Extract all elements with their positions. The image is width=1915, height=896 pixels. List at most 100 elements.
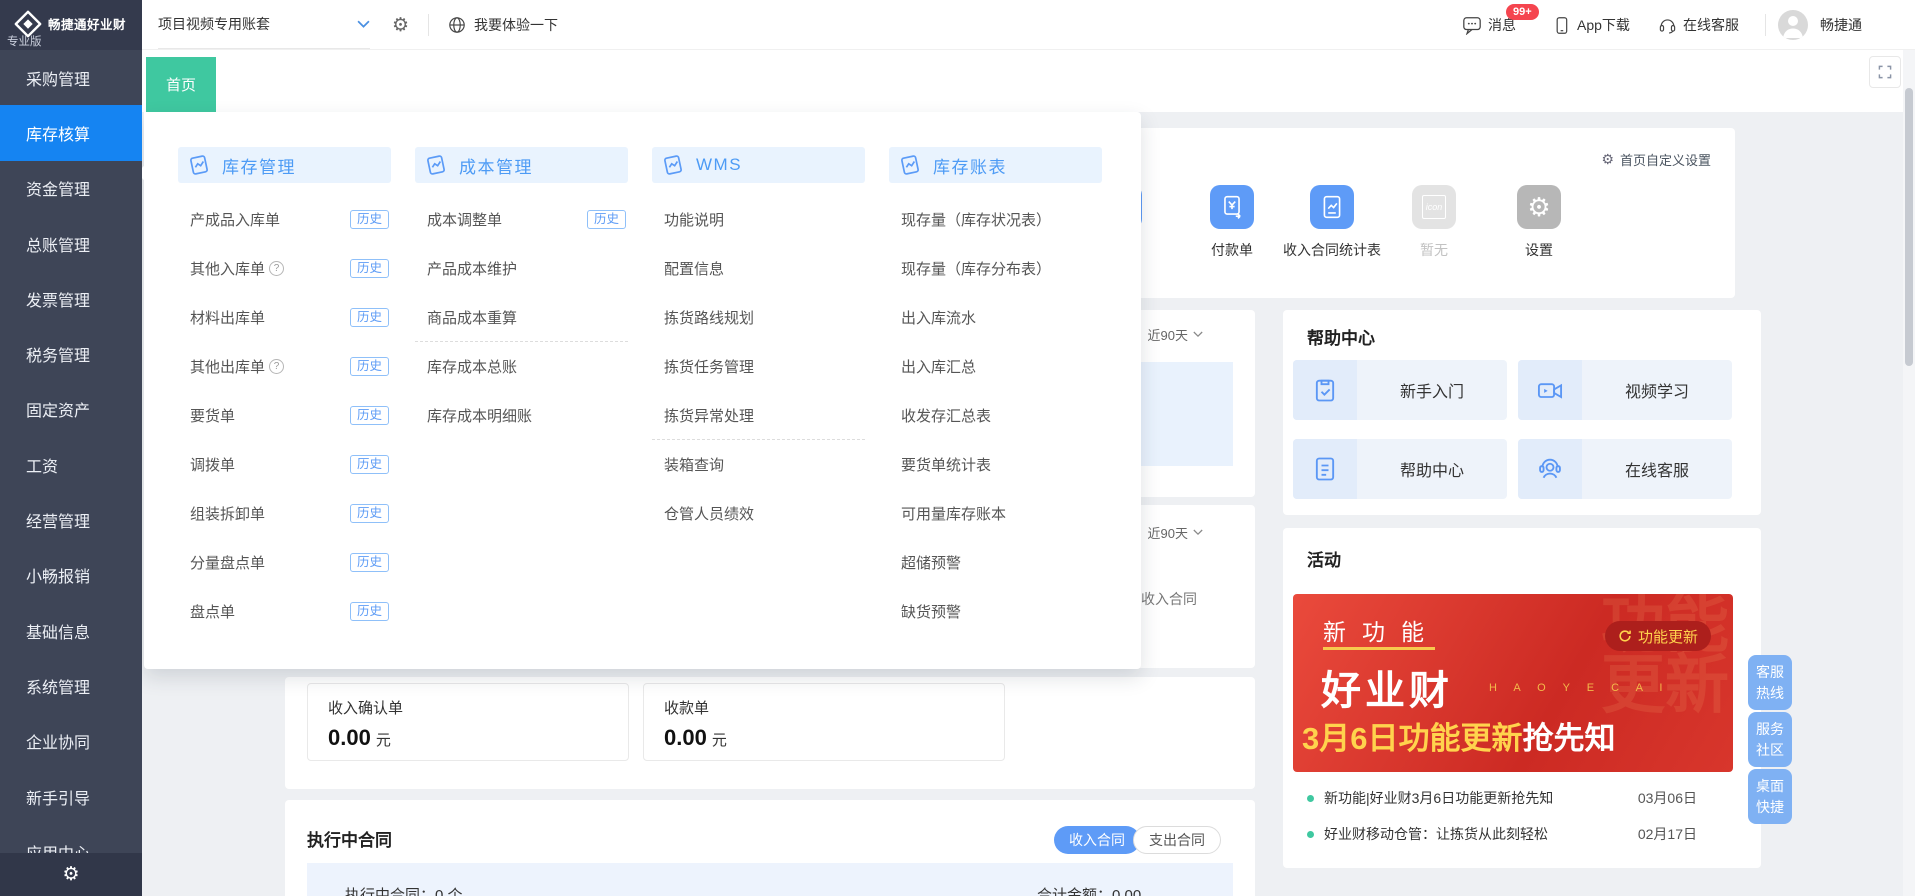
megamenu-item[interactable]: 分量盘点单 历史 bbox=[178, 538, 391, 587]
megamenu-item[interactable]: 缺货预警 bbox=[889, 587, 1102, 636]
sidebar-item[interactable]: 工资 bbox=[0, 437, 142, 492]
history-badge[interactable]: 历史 bbox=[349, 356, 389, 377]
history-badge[interactable]: 历史 bbox=[586, 209, 626, 230]
megamenu-item[interactable]: 产成品入库单 历史 bbox=[178, 195, 391, 244]
history-badge[interactable]: 历史 bbox=[349, 258, 389, 279]
username-label[interactable]: 畅捷通 bbox=[1820, 0, 1862, 50]
fullscreen-toggle-button[interactable] bbox=[1869, 56, 1901, 88]
account-settings-gear-icon[interactable]: ⚙ bbox=[392, 0, 409, 50]
megamenu-item-label: 调拨单 bbox=[190, 457, 236, 474]
sidebar-item[interactable]: 总账管理 bbox=[0, 216, 142, 271]
megamenu-item[interactable]: 组装拆卸单 历史 bbox=[178, 489, 391, 538]
history-badge[interactable]: 历史 bbox=[349, 503, 389, 524]
tab-home[interactable]: 首页 bbox=[146, 57, 216, 112]
megamenu-item[interactable]: 库存成本明细账 bbox=[415, 391, 628, 440]
tab-expense-contract[interactable]: 支出合同 bbox=[1133, 826, 1221, 854]
promo-banner[interactable]: 功能 更新 新功能 好业财 H A O Y E C A I 功能更新 3月6日功… bbox=[1293, 594, 1733, 772]
scrollbar-track[interactable] bbox=[1903, 50, 1915, 896]
sidebar-item[interactable]: 发票管理 bbox=[0, 271, 142, 326]
sidebar-item[interactable]: 税务管理 bbox=[0, 326, 142, 381]
megamenu-item[interactable]: 收发存汇总表 bbox=[889, 391, 1102, 440]
help-item-video-learning[interactable]: 视频学习 bbox=[1518, 360, 1732, 420]
sidebar-settings-gear-icon[interactable]: ⚙ bbox=[0, 853, 142, 896]
sidebar-item[interactable]: 基础信息 bbox=[0, 603, 142, 658]
help-question-icon[interactable]: ? bbox=[269, 261, 285, 276]
stat-title: 收款单 bbox=[664, 700, 710, 717]
feature-update-button[interactable]: 功能更新 bbox=[1604, 621, 1711, 651]
history-badge[interactable]: 历史 bbox=[349, 209, 389, 230]
history-badge[interactable]: 历史 bbox=[349, 601, 389, 622]
help-item-label: 视频学习 bbox=[1624, 384, 1689, 401]
megamenu-item[interactable]: 可用量库存账本 bbox=[889, 489, 1102, 538]
float-tab-hotline[interactable]: 客服 热线 bbox=[1748, 655, 1792, 710]
history-badge[interactable]: 历史 bbox=[349, 454, 389, 475]
sidebar-item[interactable]: 小畅报销 bbox=[0, 548, 142, 603]
megamenu-item[interactable]: 库存成本总账 bbox=[415, 342, 628, 391]
sidebar-item[interactable]: 采购管理 bbox=[0, 50, 142, 105]
megamenu-item[interactable]: 盘点单 历史 bbox=[178, 587, 391, 636]
quick-tile-placeholder[interactable]: icon bbox=[1412, 185, 1456, 229]
sidebar-item[interactable]: 经营管理 bbox=[0, 492, 142, 547]
stat-card-income-confirm[interactable]: 收入确认单 0.00 元 bbox=[307, 683, 629, 761]
app-download-button[interactable]: App下载 bbox=[1552, 0, 1630, 50]
megamenu-item[interactable]: 出入库汇总 bbox=[889, 342, 1102, 391]
user-avatar[interactable] bbox=[1778, 10, 1808, 40]
megamenu-item[interactable]: 现存量（库存状况表） bbox=[889, 195, 1102, 244]
megamenu-item[interactable]: 拣货任务管理 bbox=[652, 342, 865, 391]
category-doc-icon bbox=[187, 153, 211, 177]
experience-link[interactable]: 我要体验一下 bbox=[448, 0, 558, 50]
help-question-icon[interactable]: ? bbox=[269, 359, 285, 374]
megamenu-item[interactable]: 要货单 历史 bbox=[178, 391, 391, 440]
help-item-help-center[interactable]: 帮助中心 bbox=[1293, 439, 1507, 499]
megamenu-item[interactable]: 成本调整单 历史 bbox=[415, 195, 628, 244]
sidebar-item[interactable]: 新手引导 bbox=[0, 769, 142, 824]
float-tab-desktop-shortcut[interactable]: 桌面 快捷 bbox=[1748, 769, 1792, 824]
history-badge[interactable]: 历史 bbox=[349, 307, 389, 328]
history-badge[interactable]: 历史 bbox=[349, 552, 389, 573]
help-item-getting-started[interactable]: 新手入门 bbox=[1293, 360, 1507, 420]
online-service-button[interactable]: 在线客服 bbox=[1658, 0, 1739, 50]
megamenu-item[interactable]: 仓管人员绩效 bbox=[652, 489, 865, 538]
banner-watermark: 功能 更新 bbox=[1601, 594, 1729, 721]
megamenu-item[interactable]: 功能说明 bbox=[652, 195, 865, 244]
megamenu-item[interactable]: 产品成本维护 bbox=[415, 244, 628, 293]
sidebar-item[interactable]: 企业协同 bbox=[0, 714, 142, 769]
megamenu-item[interactable]: 其他入库单 ? 历史 bbox=[178, 244, 391, 293]
megamenu-item[interactable]: 超储预警 bbox=[889, 538, 1102, 587]
megamenu-item-list: 产成品入库单 历史 其他入库单 ? 历史 材料出库单 历史 其他出库单 ? 历史… bbox=[178, 195, 391, 636]
quick-tile-income-contract-report[interactable] bbox=[1310, 185, 1354, 229]
megamenu-item[interactable]: 拣货异常处理 bbox=[652, 391, 865, 440]
news-item[interactable]: 好业财移动仓管：让拣货从此刻轻松 02月17日 bbox=[1307, 820, 1697, 848]
megamenu-item[interactable]: 商品成本重算 bbox=[415, 293, 628, 342]
megamenu-item[interactable]: 出入库流水 bbox=[889, 293, 1102, 342]
sidebar-item[interactable]: 系统管理 bbox=[0, 658, 142, 713]
date-range-filter[interactable]: 近90天 bbox=[1148, 523, 1203, 542]
sidebar-item[interactable]: 库存核算 bbox=[0, 105, 142, 161]
megamenu-column-title: 库存管理 bbox=[222, 157, 296, 177]
megamenu-item[interactable]: 调拨单 历史 bbox=[178, 440, 391, 489]
tab-income-contract[interactable]: 收入合同 bbox=[1054, 826, 1140, 854]
history-badge[interactable]: 历史 bbox=[349, 405, 389, 426]
date-range-filter[interactable]: 近90天 bbox=[1148, 325, 1203, 344]
quick-tile-settings[interactable]: ⚙ bbox=[1517, 185, 1561, 229]
megamenu-item[interactable]: 现存量（库存分布表） bbox=[889, 244, 1102, 293]
sidebar-item[interactable]: 应用中心 bbox=[0, 824, 142, 853]
account-set-selector[interactable]: 项目视频专用账套 bbox=[158, 0, 370, 49]
scrollbar-thumb[interactable] bbox=[1905, 88, 1913, 366]
quick-tile-payment[interactable] bbox=[1210, 185, 1254, 229]
news-item[interactable]: 新功能|好业财3月6日功能更新抢先知 03月06日 bbox=[1307, 784, 1697, 812]
float-tab-community[interactable]: 服务 社区 bbox=[1748, 712, 1792, 767]
megamenu-item[interactable]: 其他出库单 ? 历史 bbox=[178, 342, 391, 391]
megamenu-item[interactable]: 配置信息 bbox=[652, 244, 865, 293]
logo-zone[interactable]: 畅捷通好业财 专业版 bbox=[0, 0, 142, 50]
quick-tile-label[interactable]: 设置 bbox=[1469, 240, 1609, 260]
home-customize-link[interactable]: ⚙ 首页自定义设置 bbox=[1601, 150, 1711, 169]
megamenu-item[interactable]: 要货单统计表 bbox=[889, 440, 1102, 489]
megamenu-item[interactable]: 材料出库单 历史 bbox=[178, 293, 391, 342]
megamenu-item[interactable]: 装箱查询 bbox=[652, 440, 865, 489]
sidebar-item[interactable]: 固定资产 bbox=[0, 382, 142, 437]
help-item-online-service[interactable]: 在线客服 bbox=[1518, 439, 1732, 499]
stat-card-receipt[interactable]: 收款单 0.00 元 bbox=[643, 683, 1005, 761]
sidebar-item[interactable]: 资金管理 bbox=[0, 161, 142, 216]
megamenu-item[interactable]: 拣货路线规划 bbox=[652, 293, 865, 342]
